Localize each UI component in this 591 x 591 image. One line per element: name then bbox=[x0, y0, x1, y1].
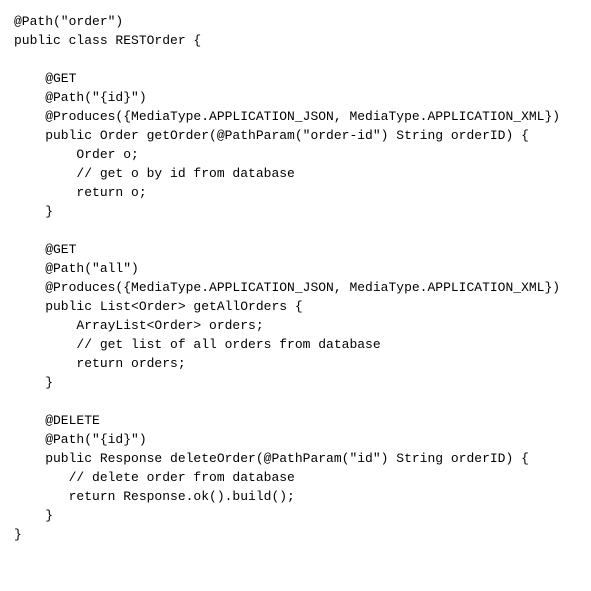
code-listing: @Path("order") public class RESTOrder { … bbox=[0, 0, 591, 556]
